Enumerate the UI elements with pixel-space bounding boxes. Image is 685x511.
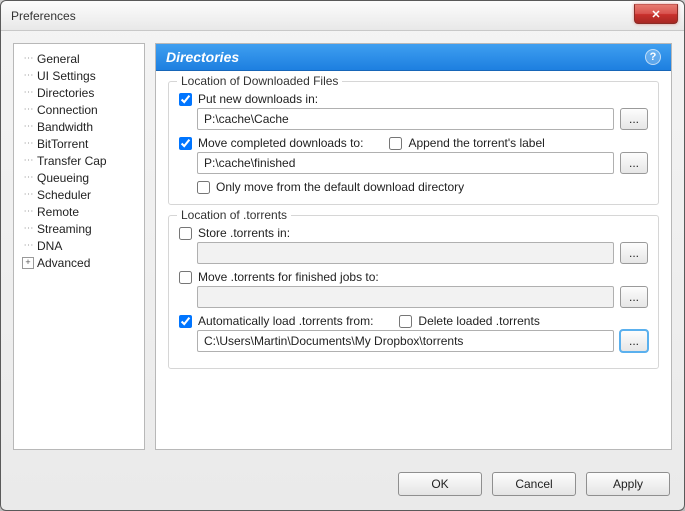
group-torrent-location: Location of .torrents Store .torrents in… [168,215,659,369]
sidebar-item-label: Transfer Cap [37,154,107,168]
browse-button-put[interactable]: ... [620,108,648,130]
content-panel: Directories ? Location of Downloaded Fil… [155,43,672,450]
sidebar-item-connection[interactable]: ⋯Connection [18,101,140,118]
sidebar-item-scheduler[interactable]: ⋯Scheduler [18,186,140,203]
autoload-path-input[interactable] [197,330,614,352]
checkbox-put-downloads-input[interactable] [179,93,192,106]
checkbox-only-move-default[interactable]: Only move from the default download dire… [197,180,648,194]
sidebar-item-transfer-cap[interactable]: ⋯Transfer Cap [18,152,140,169]
sidebar-item-label: Directories [37,86,94,100]
sidebar-item-label: Scheduler [37,188,91,202]
checkbox-label: Delete loaded .torrents [418,314,539,328]
checkbox-delete-loaded-input[interactable] [399,315,412,328]
tree-branch-icon: ⋯ [22,189,34,200]
checkbox-put-downloads[interactable]: Put new downloads in: [179,92,648,106]
sidebar-item-remote[interactable]: ⋯Remote [18,203,140,220]
sidebar-item-label: Streaming [37,222,92,236]
store-torrents-path-input [197,242,614,264]
panel-body: Location of Downloaded Files Put new dow… [156,71,671,387]
sidebar-item-dna[interactable]: ⋯DNA [18,237,140,254]
checkbox-label: Move .torrents for finished jobs to: [198,270,379,284]
tree-branch-icon: ⋯ [22,206,34,217]
checkbox-label: Store .torrents in: [198,226,290,240]
sidebar-item-queueing[interactable]: ⋯Queueing [18,169,140,186]
checkbox-label: Put new downloads in: [198,92,318,106]
browse-button-move[interactable]: ... [620,152,648,174]
put-downloads-path-input[interactable] [197,108,614,130]
checkbox-delete-loaded[interactable]: Delete loaded .torrents [399,314,539,328]
sidebar-item-label: DNA [37,239,62,253]
tree-branch-icon: ⋯ [22,223,34,234]
sidebar-item-label: Connection [37,103,98,117]
tree-branch-icon: ⋯ [22,53,34,64]
sidebar-item-label: Bandwidth [37,120,93,134]
browse-button-store[interactable]: ... [620,242,648,264]
checkbox-move-completed[interactable]: Move completed downloads to: [179,136,363,150]
apply-button[interactable]: Apply [586,472,670,496]
checkbox-label: Append the torrent's label [408,136,544,150]
window-body: ⋯General ⋯UI Settings ⋯Directories ⋯Conn… [1,31,684,462]
close-icon: ✕ [651,8,660,21]
group-title: Location of .torrents [177,208,291,222]
panel-title: Directories [166,49,239,65]
checkbox-label: Automatically load .torrents from: [198,314,373,328]
checkbox-move-completed-input[interactable] [179,137,192,150]
checkbox-append-label-input[interactable] [389,137,402,150]
tree-branch-icon: ⋯ [22,87,34,98]
checkbox-only-move-default-input[interactable] [197,181,210,194]
window-title: Preferences [11,9,76,23]
help-icon[interactable]: ? [645,49,661,65]
sidebar-item-streaming[interactable]: ⋯Streaming [18,220,140,237]
checkbox-append-label[interactable]: Append the torrent's label [389,136,544,150]
sidebar-item-ui-settings[interactable]: ⋯UI Settings [18,67,140,84]
sidebar-item-bandwidth[interactable]: ⋯Bandwidth [18,118,140,135]
checkbox-move-finished-torrents[interactable]: Move .torrents for finished jobs to: [179,270,648,284]
tree-branch-icon: ⋯ [22,104,34,115]
group-title: Location of Downloaded Files [177,74,342,88]
category-sidebar[interactable]: ⋯General ⋯UI Settings ⋯Directories ⋯Conn… [13,43,145,450]
expand-icon[interactable]: + [22,257,34,269]
checkbox-move-finished-torrents-input[interactable] [179,271,192,284]
browse-button-autoload[interactable]: ... [620,330,648,352]
checkbox-autoload-torrents-input[interactable] [179,315,192,328]
titlebar[interactable]: Preferences ✕ [1,1,684,31]
sidebar-item-label: General [37,52,80,66]
sidebar-item-label: Remote [37,205,79,219]
close-button[interactable]: ✕ [634,4,678,24]
checkbox-label: Move completed downloads to: [198,136,363,150]
checkbox-store-torrents[interactable]: Store .torrents in: [179,226,648,240]
tree-branch-icon: ⋯ [22,172,34,183]
sidebar-item-directories[interactable]: ⋯Directories [18,84,140,101]
panel-header: Directories ? [156,44,671,71]
tree-branch-icon: ⋯ [22,155,34,166]
sidebar-item-label: UI Settings [37,69,96,83]
move-finished-torrents-path-input [197,286,614,308]
checkbox-autoload-torrents[interactable]: Automatically load .torrents from: [179,314,373,328]
sidebar-item-label: Queueing [37,171,89,185]
sidebar-item-label: BitTorrent [37,137,88,151]
checkbox-store-torrents-input[interactable] [179,227,192,240]
tree-branch-icon: ⋯ [22,70,34,81]
dialog-footer: OK Cancel Apply [1,462,684,510]
group-download-location: Location of Downloaded Files Put new dow… [168,81,659,205]
sidebar-item-general[interactable]: ⋯General [18,50,140,67]
tree-branch-icon: ⋯ [22,240,34,251]
move-completed-path-input[interactable] [197,152,614,174]
checkbox-label: Only move from the default download dire… [216,180,464,194]
browse-button-movefin[interactable]: ... [620,286,648,308]
cancel-button[interactable]: Cancel [492,472,576,496]
preferences-window: Preferences ✕ ⋯General ⋯UI Settings ⋯Dir… [0,0,685,511]
sidebar-item-bittorrent[interactable]: ⋯BitTorrent [18,135,140,152]
sidebar-item-advanced[interactable]: +Advanced [18,254,140,271]
ok-button[interactable]: OK [398,472,482,496]
sidebar-item-label: Advanced [37,256,90,270]
tree-branch-icon: ⋯ [22,121,34,132]
tree-branch-icon: ⋯ [22,138,34,149]
